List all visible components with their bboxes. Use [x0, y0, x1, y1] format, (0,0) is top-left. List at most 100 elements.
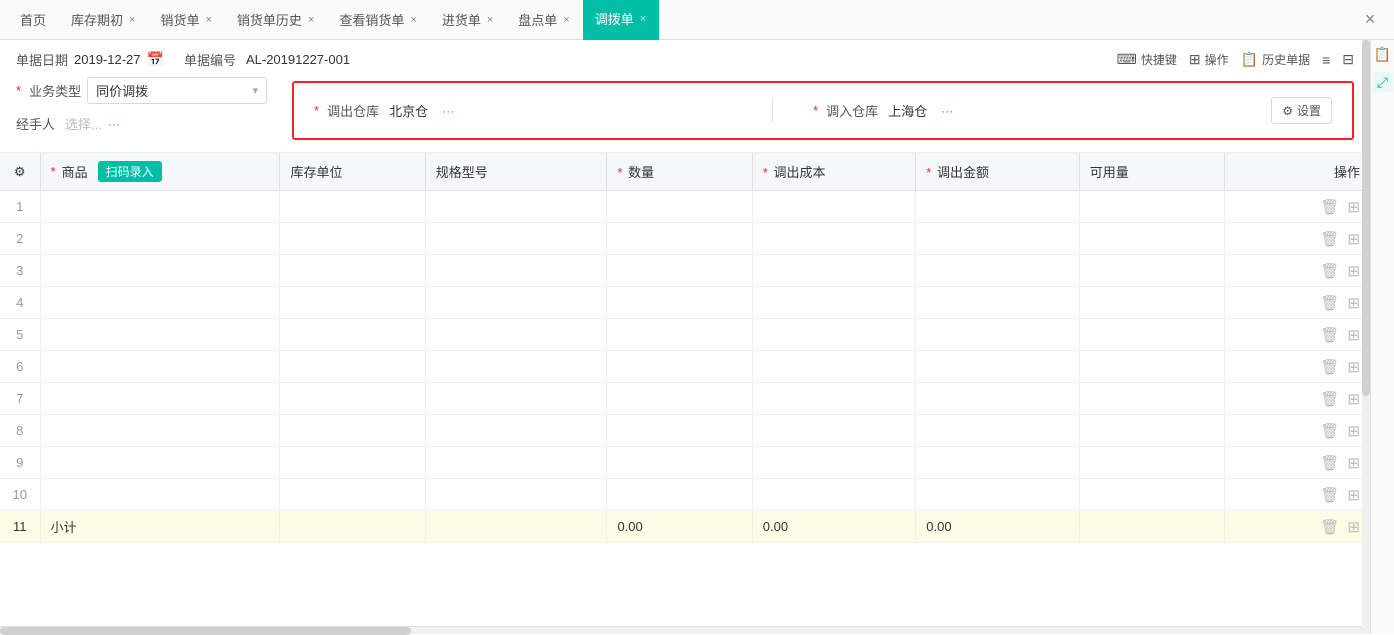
cell-product[interactable] [40, 287, 280, 319]
shortcut-button[interactable]: ⌨ 快捷键 [1117, 51, 1177, 68]
cell-available[interactable] [1079, 287, 1224, 319]
cell-unit[interactable] [280, 223, 425, 255]
copy-icon[interactable]: ⊞ [1347, 454, 1360, 472]
layout2-button[interactable]: ⊟ [1342, 51, 1354, 68]
close-tab-sales-history[interactable]: × [308, 14, 314, 26]
operation-button[interactable]: ⊞ 操作 [1189, 51, 1229, 68]
cell-cost[interactable] [752, 351, 916, 383]
cell-amount[interactable] [916, 255, 1080, 287]
cell-qty[interactable] [607, 319, 752, 351]
cell-cost[interactable] [752, 415, 916, 447]
copy-icon[interactable]: ⊞ [1347, 326, 1360, 344]
cell-product[interactable] [40, 351, 280, 383]
cell-spec[interactable] [425, 319, 607, 351]
cell-cost[interactable] [752, 479, 916, 511]
close-tab-inventory-init[interactable]: × [129, 14, 135, 26]
operator-more-button[interactable]: ··· [108, 117, 120, 131]
cell-qty[interactable] [607, 383, 752, 415]
cell-cost[interactable] [752, 287, 916, 319]
cell-amount[interactable] [916, 415, 1080, 447]
cell-amount[interactable] [916, 287, 1080, 319]
transfer-out-more-button[interactable]: ··· [442, 104, 454, 118]
tab-inventory-check[interactable]: 盘点单 × [506, 0, 582, 40]
date-value[interactable]: 2019-12-27 [74, 52, 141, 67]
cell-unit[interactable] [280, 351, 425, 383]
close-tab-purchase-order[interactable]: × [487, 14, 493, 26]
cell-amount[interactable] [916, 319, 1080, 351]
cell-spec[interactable] [425, 447, 607, 479]
sidebar-notes-icon[interactable]: 📋 [1373, 44, 1393, 64]
cell-unit[interactable] [280, 255, 425, 287]
cell-available[interactable] [1079, 319, 1224, 351]
cell-available[interactable] [1079, 383, 1224, 415]
copy-icon[interactable]: ⊞ [1347, 198, 1360, 216]
bottom-scrollbar[interactable] [0, 626, 1370, 634]
cell-available[interactable] [1079, 415, 1224, 447]
cell-spec[interactable] [425, 351, 607, 383]
cell-qty[interactable] [607, 255, 752, 287]
cell-product[interactable] [40, 191, 280, 223]
delete-icon[interactable]: 🗑 [1320, 294, 1339, 312]
scrollbar-track[interactable] [1362, 40, 1370, 634]
cell-product[interactable] [40, 383, 280, 415]
close-tab-transfer-order[interactable]: × [640, 13, 646, 25]
cell-unit[interactable] [280, 383, 425, 415]
history-button[interactable]: 📋 历史单据 [1241, 51, 1310, 68]
cell-cost[interactable] [752, 223, 916, 255]
cell-unit[interactable] [280, 447, 425, 479]
copy-icon[interactable]: ⊞ [1347, 390, 1360, 408]
cell-qty[interactable] [607, 351, 752, 383]
tab-home[interactable]: 首页 [8, 0, 59, 40]
cell-qty[interactable] [607, 223, 752, 255]
copy-icon[interactable]: ⊞ [1347, 422, 1360, 440]
business-type-select[interactable]: 同价调拨 ▾ [87, 77, 267, 104]
cell-cost[interactable] [752, 255, 916, 287]
tab-view-sales[interactable]: 查看销货单 × [327, 0, 429, 40]
cell-qty[interactable] [607, 415, 752, 447]
operator-input[interactable]: 选择... [65, 114, 102, 133]
cell-product[interactable] [40, 447, 280, 479]
cell-spec[interactable] [425, 287, 607, 319]
cell-unit[interactable] [280, 287, 425, 319]
cell-amount[interactable] [916, 351, 1080, 383]
copy-icon[interactable]: ⊞ [1347, 358, 1360, 376]
close-window-button[interactable]: × [1354, 4, 1386, 36]
tab-sales-order[interactable]: 销货单 × [148, 0, 224, 40]
cell-product[interactable] [40, 415, 280, 447]
copy-icon[interactable]: ⊞ [1347, 486, 1360, 504]
cell-amount[interactable] [916, 447, 1080, 479]
cell-cost[interactable] [752, 383, 916, 415]
transfer-out-value[interactable]: 北京仓 [389, 101, 428, 120]
tab-sales-history[interactable]: 销货单历史 × [225, 0, 327, 40]
cell-product[interactable] [40, 319, 280, 351]
tab-transfer-order[interactable]: 调拨单 × [583, 0, 659, 40]
delete-icon[interactable]: 🗑 [1320, 230, 1339, 248]
cell-available[interactable] [1079, 447, 1224, 479]
layout1-button[interactable]: ≡ [1322, 52, 1330, 68]
copy-icon[interactable]: ⊞ [1347, 294, 1360, 312]
delete-icon[interactable]: 🗑 [1320, 454, 1339, 472]
delete-icon[interactable]: 🗑 [1320, 262, 1339, 280]
cell-spec[interactable] [425, 383, 607, 415]
copy-icon[interactable]: ⊞ [1347, 518, 1360, 536]
cell-cost[interactable] [752, 319, 916, 351]
close-tab-inventory-check[interactable]: × [563, 14, 569, 26]
cell-unit[interactable] [280, 479, 425, 511]
delete-icon[interactable]: 🗑 [1320, 358, 1339, 376]
cell-available[interactable] [1079, 255, 1224, 287]
calendar-icon[interactable]: 📅 [147, 51, 164, 68]
cell-amount[interactable] [916, 223, 1080, 255]
cell-spec[interactable] [425, 191, 607, 223]
cell-cost[interactable] [752, 191, 916, 223]
table-gear-icon[interactable]: ⚙ [14, 164, 26, 179]
cell-unit[interactable] [280, 191, 425, 223]
cell-spec[interactable] [425, 415, 607, 447]
cell-amount[interactable] [916, 383, 1080, 415]
transfer-in-value[interactable]: 上海仓 [888, 101, 927, 120]
cell-amount[interactable] [916, 191, 1080, 223]
cell-qty[interactable] [607, 191, 752, 223]
cell-product[interactable] [40, 479, 280, 511]
transfer-in-more-button[interactable]: ··· [941, 104, 953, 118]
cell-product[interactable] [40, 255, 280, 287]
close-tab-sales-order[interactable]: × [205, 14, 211, 26]
